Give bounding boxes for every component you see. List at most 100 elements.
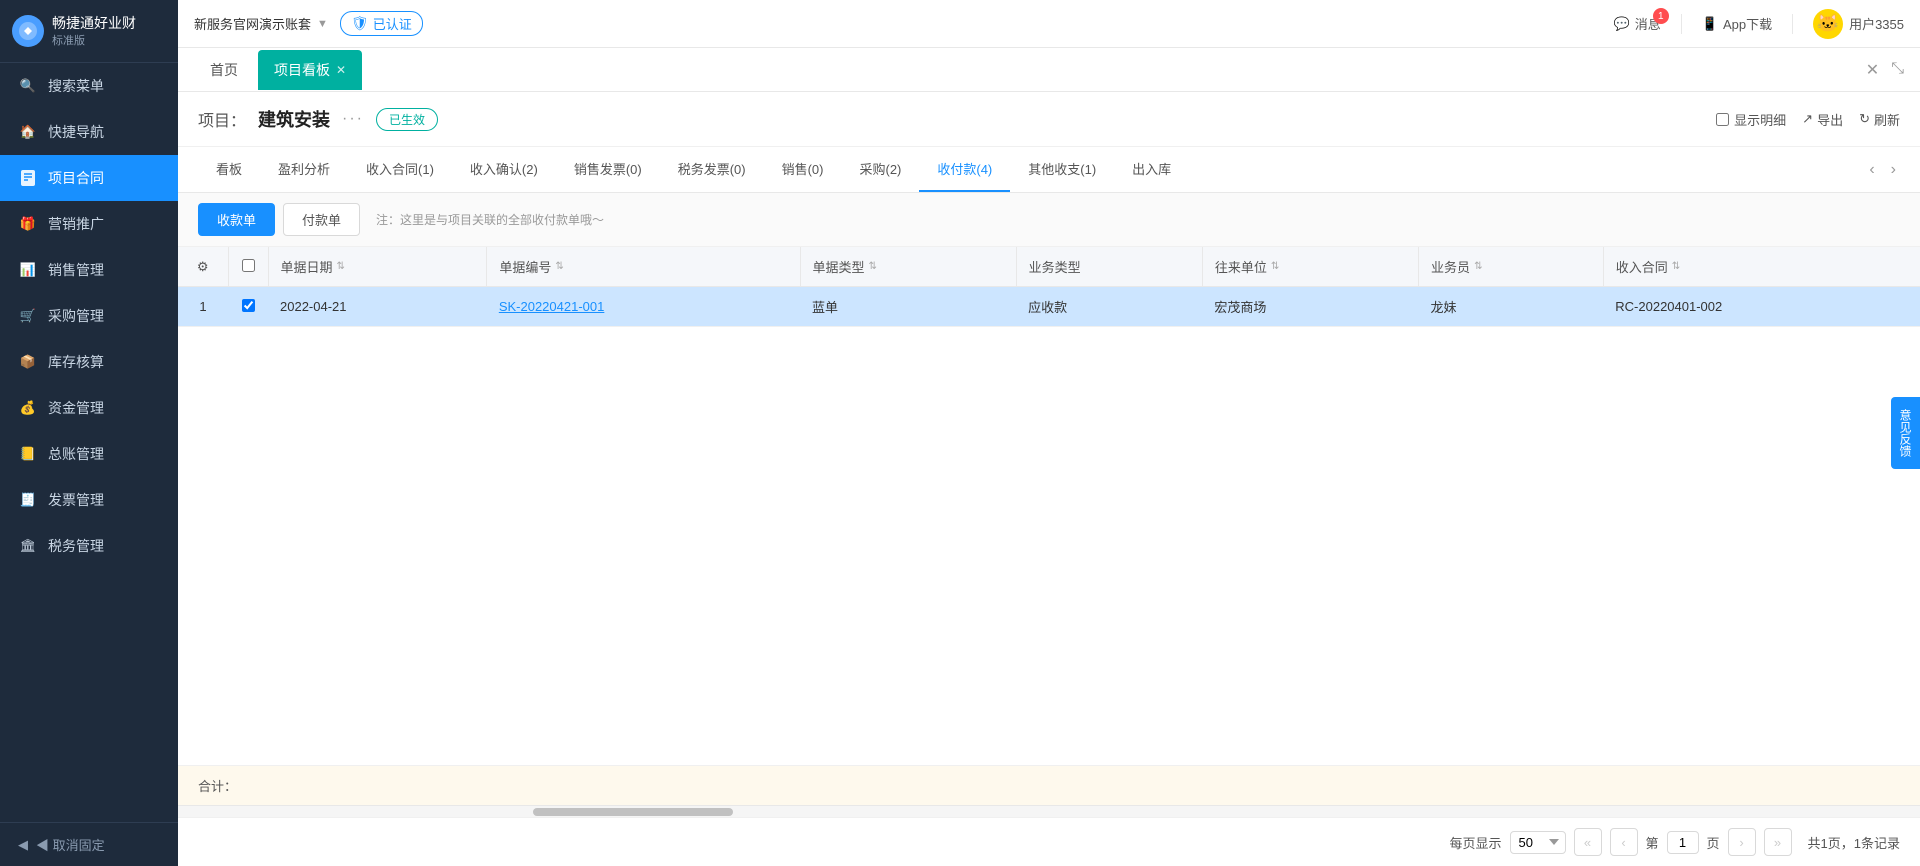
table-footer: 合计： — [178, 765, 1920, 805]
sub-tab-sales[interactable]: 销售(0) — [764, 147, 842, 192]
chevron-down-icon: ▼ — [317, 18, 328, 30]
nav-prev-icon[interactable]: ‹ — [1865, 157, 1878, 183]
row-checkbox[interactable] — [242, 299, 255, 312]
th-date[interactable]: 单据日期 ⇅ — [268, 247, 487, 287]
td-date: 2022-04-21 — [268, 287, 487, 327]
sidebar: 畅捷通好业财 标准版 🔍 搜索菜单 🏠 快捷导航 项目合同 🎁 — [0, 0, 178, 866]
sidebar-item-inventory[interactable]: 📦 库存核算 — [0, 339, 178, 385]
sub-tab-income-contract[interactable]: 收入合同(1) — [348, 147, 452, 192]
sub-tab-other-expense[interactable]: 其他收支(1) — [1010, 147, 1114, 192]
sidebar-item-label: 资金管理 — [48, 398, 104, 418]
th-income-contract[interactable]: 收入合同 ⇅ — [1603, 247, 1920, 287]
sidebar-item-marketing[interactable]: 🎁 营销推广 — [0, 201, 178, 247]
sidebar-item-search[interactable]: 🔍 搜索菜单 — [0, 63, 178, 109]
sidebar-item-label: 项目合同 — [48, 168, 104, 188]
scrollbar-thumb[interactable] — [533, 808, 733, 816]
contract-icon — [18, 168, 38, 188]
sort-icon: ⇅ — [1672, 261, 1680, 272]
user-profile-button[interactable]: 🐱 用户3355 — [1813, 9, 1904, 39]
sub-tab-sales-invoice[interactable]: 销售发票(0) — [556, 147, 660, 192]
feedback-button[interactable]: 意见反馈 — [1891, 397, 1920, 469]
tab-home[interactable]: 首页 — [194, 50, 254, 90]
total-pages-info: 共1页，1条记录 — [1808, 833, 1900, 852]
sub-tab-nav: ‹ › — [1865, 157, 1900, 183]
home-icon: 🏠 — [18, 122, 38, 142]
unpin-sidebar-button[interactable]: ◀ ◀ 取消固定 — [0, 822, 178, 866]
table-scrollbar[interactable] — [178, 805, 1920, 817]
table-header-row: ⚙ 单据日期 ⇅ 单据编号 — [178, 247, 1920, 287]
first-page-button[interactable]: « — [1574, 828, 1602, 856]
current-page-number[interactable]: 1 — [1667, 831, 1699, 854]
nav-next-icon[interactable]: › — [1887, 157, 1900, 183]
sub-tab-profit[interactable]: 盈利分析 — [260, 147, 348, 192]
close-window-icon[interactable]: ✕ — [1866, 60, 1879, 80]
sidebar-item-label: 税务管理 — [48, 536, 104, 556]
refresh-button[interactable]: ↻ 刷新 — [1859, 110, 1900, 129]
inner-tab-hint: 注：这里是与项目关联的全部收付款单哦～ — [376, 211, 604, 228]
sidebar-item-label: 快捷导航 — [48, 122, 104, 142]
th-number[interactable]: 单据编号 ⇅ — [487, 247, 800, 287]
account-selector[interactable]: 新服务官网演示账套 ▼ — [194, 14, 328, 33]
unpin-icon: ◀ — [18, 837, 28, 853]
sub-tab-kanban[interactable]: 看板 — [198, 147, 260, 192]
certified-badge: 🛡 已认证 — [340, 11, 423, 36]
sidebar-item-sales[interactable]: 📊 销售管理 — [0, 247, 178, 293]
th-type[interactable]: 单据类型 ⇅ — [800, 247, 1016, 287]
message-button[interactable]: 💬 消息 1 — [1614, 14, 1661, 33]
sub-tab-tax-invoice[interactable]: 税务发票(0) — [660, 147, 764, 192]
maximize-window-icon[interactable]: ⤡ — [1891, 60, 1904, 80]
sidebar-item-tax[interactable]: 🏛 税务管理 — [0, 523, 178, 569]
sidebar-item-ledger[interactable]: 📒 总账管理 — [0, 431, 178, 477]
sidebar-item-finance[interactable]: 💰 资金管理 — [0, 385, 178, 431]
sidebar-item-invoice[interactable]: 🧾 发票管理 — [0, 477, 178, 523]
project-prefix: 项目： — [198, 107, 246, 131]
show-detail-checkbox[interactable]: 显示明细 — [1716, 110, 1786, 129]
sort-icon: ⇅ — [555, 261, 563, 272]
tab-project-board[interactable]: 项目看板 ✕ — [258, 50, 362, 90]
sort-icon: ⇅ — [869, 261, 877, 272]
sidebar-item-label: 搜索菜单 — [48, 76, 104, 96]
phone-icon: 📱 — [1702, 16, 1718, 32]
show-detail-label: 显示明细 — [1734, 110, 1786, 129]
td-type: 蓝单 — [800, 287, 1016, 327]
th-salesperson[interactable]: 业务员 ⇅ — [1419, 247, 1604, 287]
last-page-button[interactable]: » — [1764, 828, 1792, 856]
table-row[interactable]: 1 2022-04-21 SK-20220421-001 蓝单 应收款 宏茂商场… — [178, 287, 1920, 327]
export-icon: ↗ — [1802, 111, 1813, 127]
prev-page-button[interactable]: ‹ — [1610, 828, 1638, 856]
export-button[interactable]: ↗ 导出 — [1802, 110, 1843, 129]
app-download-button[interactable]: 📱 App下载 — [1702, 14, 1772, 33]
table-container: ⚙ 单据日期 ⇅ 单据编号 — [178, 247, 1920, 765]
per-page-label: 每页显示 — [1449, 833, 1501, 852]
divider — [1681, 14, 1682, 34]
th-partner[interactable]: 往来单位 ⇅ — [1202, 247, 1418, 287]
bill-number-link[interactable]: SK-20220421-001 — [499, 299, 605, 314]
sidebar-item-contract[interactable]: 项目合同 — [0, 155, 178, 201]
box-icon: 📦 — [18, 352, 38, 372]
sub-tabs: 看板 盈利分析 收入合同(1) 收入确认(2) 销售发票(0) 税务发票(0) … — [178, 147, 1920, 193]
search-icon: 🔍 — [18, 76, 38, 96]
gear-icon: ⚙ — [197, 259, 209, 274]
refresh-label: 刷新 — [1874, 110, 1900, 129]
project-more-button[interactable]: ··· — [342, 110, 364, 128]
select-all-checkbox[interactable] — [242, 259, 255, 272]
td-number[interactable]: SK-20220421-001 — [487, 287, 800, 327]
show-detail-input[interactable] — [1716, 113, 1729, 126]
sidebar-item-quicknav[interactable]: 🏠 快捷导航 — [0, 109, 178, 155]
sub-tab-receipt[interactable]: 收付款(4) — [919, 147, 1010, 192]
sub-tab-income-confirm[interactable]: 收入确认(2) — [452, 147, 556, 192]
sub-tab-purchase[interactable]: 采购(2) — [841, 147, 919, 192]
per-page-select[interactable]: 50 20 100 — [1510, 831, 1566, 854]
account-name: 新服务官网演示账套 — [194, 14, 311, 33]
sidebar-item-label: 采购管理 — [48, 306, 104, 326]
payment-bill-tab[interactable]: 付款单 — [283, 203, 360, 236]
sidebar-item-purchase[interactable]: 🛒 采购管理 — [0, 293, 178, 339]
receipt-table: ⚙ 单据日期 ⇅ 单据编号 — [178, 247, 1920, 327]
tab-close-icon[interactable]: ✕ — [336, 63, 346, 77]
sidebar-item-label: 库存核算 — [48, 352, 104, 372]
next-page-button[interactable]: › — [1728, 828, 1756, 856]
sub-tab-warehouse[interactable]: 出入库 — [1114, 147, 1189, 192]
receipt-bill-tab[interactable]: 收款单 — [198, 203, 275, 236]
refresh-icon: ↻ — [1859, 111, 1870, 127]
th-gear[interactable]: ⚙ — [178, 247, 228, 287]
